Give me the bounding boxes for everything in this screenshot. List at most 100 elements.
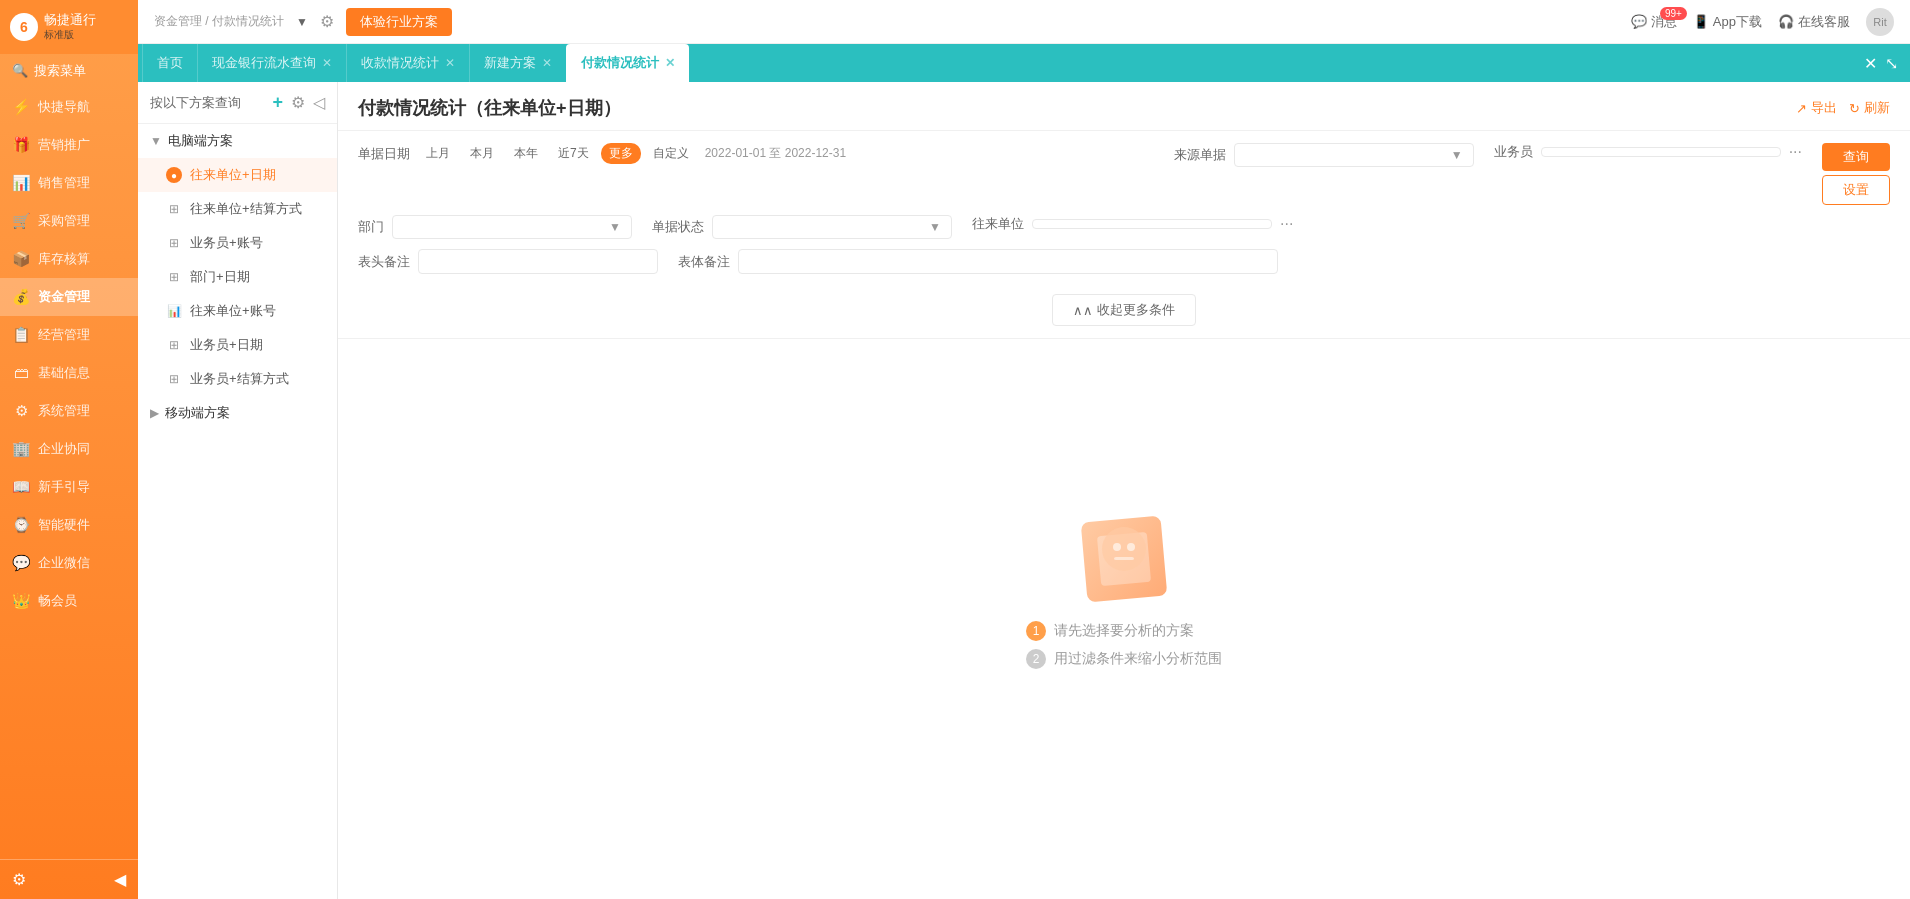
date-custom[interactable]: 自定义 <box>645 143 697 164</box>
sidebar-item-guide[interactable]: 📖新手引导 <box>0 468 138 506</box>
date-this-year[interactable]: 本年 <box>506 143 546 164</box>
scheme-item-dept-date[interactable]: ⊞部门+日期 <box>138 260 337 294</box>
tab-close-receipt-stats[interactable]: ✕ <box>445 56 455 70</box>
filter-row-3: 表头备注 表体备注 <box>358 249 1890 274</box>
sidebar-item-label: 企业协同 <box>38 440 90 458</box>
scheme-item-unit-account[interactable]: 📊往来单位+账号 <box>138 294 337 328</box>
search-menu[interactable]: 🔍 搜索菜单 <box>0 54 138 88</box>
scheme-item-unit-settle[interactable]: ⊞往来单位+结算方式 <box>138 192 337 226</box>
left-panel-header: 按以下方案查询 + ⚙ ◁ <box>138 82 337 124</box>
add-scheme-icon[interactable]: + <box>272 92 283 113</box>
query-button[interactable]: 查询 <box>1822 143 1890 171</box>
sidebar-item-wechat[interactable]: 💬企业微信 <box>0 544 138 582</box>
tab-home[interactable]: 首页 <box>142 44 197 82</box>
svg-rect-3 <box>1114 557 1134 560</box>
source-select[interactable]: ▼ <box>1234 143 1474 167</box>
filter-dept: 部门 ▼ <box>358 215 632 239</box>
scheme-settings-icon[interactable]: ⚙ <box>291 93 305 112</box>
tab-list: 首页现金银行流水查询✕收款情况统计✕新建方案✕ 付款情况统计 ✕ <box>142 44 1864 82</box>
scheme-item-unit-date[interactable]: ●往来单位+日期 <box>138 158 337 192</box>
sidebar-item-basic-info[interactable]: 🗃基础信息 <box>0 354 138 392</box>
expand-window-icon[interactable]: ⤡ <box>1885 54 1898 73</box>
export-button[interactable]: ↗ 导出 <box>1796 99 1837 117</box>
staff-settle-icon: ⊞ <box>166 371 182 387</box>
settings-button[interactable]: 设置 <box>1822 175 1890 205</box>
tab-label-payment-stats: 付款情况统计 <box>581 54 659 72</box>
sidebar-item-hardware[interactable]: ⌚智能硬件 <box>0 506 138 544</box>
body-note-label: 表体备注 <box>678 253 730 271</box>
date-last-month[interactable]: 上月 <box>418 143 458 164</box>
unit-more-icon[interactable]: ··· <box>1280 215 1293 233</box>
tab-payment-stats[interactable]: 付款情况统计 ✕ <box>566 44 689 82</box>
staff-date-icon: ⊞ <box>166 337 182 353</box>
filter-header-note: 表头备注 <box>358 249 658 274</box>
tab-close-new-plan[interactable]: ✕ <box>542 56 552 70</box>
refresh-button[interactable]: ↻ 刷新 <box>1849 99 1890 117</box>
sidebar-item-purchase[interactable]: 🛒采购管理 <box>0 202 138 240</box>
sidebar-item-operations[interactable]: 📋经营管理 <box>0 316 138 354</box>
header-note-input[interactable] <box>418 249 658 274</box>
staff-select[interactable] <box>1541 147 1781 157</box>
settings-icon[interactable]: ⚙ <box>12 870 26 889</box>
sidebar-item-quick-nav[interactable]: ⚡快捷导航 <box>0 88 138 126</box>
filter-staff: 业务员 ··· <box>1494 143 1802 161</box>
close-window-icon[interactable]: ✕ <box>1864 54 1877 73</box>
marketing-icon: 🎁 <box>12 136 30 154</box>
tab-new-plan[interactable]: 新建方案✕ <box>469 44 566 82</box>
user-avatar[interactable]: Rit <box>1866 8 1894 36</box>
sidebar-item-member[interactable]: 👑畅会员 <box>0 582 138 620</box>
sidebar-item-inventory[interactable]: 📦库存核算 <box>0 240 138 278</box>
tab-close-payment-stats[interactable]: ✕ <box>665 56 675 70</box>
sidebar-item-enterprise[interactable]: 🏢企业协同 <box>0 430 138 468</box>
app-download-button[interactable]: 📱 App下载 <box>1693 13 1762 31</box>
trial-button[interactable]: 体验行业方案 <box>346 8 452 36</box>
svg-point-1 <box>1113 543 1121 551</box>
tab-close-bank-flow[interactable]: ✕ <box>322 56 332 70</box>
tab-bank-flow[interactable]: 现金银行流水查询✕ <box>197 44 346 82</box>
sidebar-item-finance[interactable]: 💰资金管理 <box>0 278 138 316</box>
export-icon: ↗ <box>1796 101 1807 116</box>
online-service-button[interactable]: 🎧 在线客服 <box>1778 13 1850 31</box>
guide-icon: 📖 <box>12 478 30 496</box>
topbar-dropdown[interactable]: ▼ <box>296 15 308 29</box>
scheme-group-title-mobile[interactable]: ▶移动端方案 <box>138 396 337 430</box>
unit-select[interactable] <box>1032 219 1272 229</box>
dept-select[interactable]: ▼ <box>392 215 632 239</box>
collapse-filter-button[interactable]: ∧∧ 收起更多条件 <box>1052 294 1196 326</box>
content-area: 按以下方案查询 + ⚙ ◁ ▼电脑端方案●往来单位+日期⊞往来单位+结算方式⊞业… <box>138 82 1910 899</box>
dept-date-icon: ⊞ <box>166 269 182 285</box>
sidebar-item-marketing[interactable]: 🎁营销推广 <box>0 126 138 164</box>
sidebar-footer: ⚙ ◀ <box>0 859 138 899</box>
message-badge: 99+ <box>1660 7 1687 20</box>
collapse-sidebar-icon[interactable]: ◀ <box>114 870 126 889</box>
dept-label: 部门 <box>358 218 384 236</box>
topbar-gear-icon[interactable]: ⚙ <box>320 12 334 31</box>
body-note-input[interactable] <box>738 249 1278 274</box>
date-this-month[interactable]: 本月 <box>462 143 502 164</box>
filter-area: 单据日期 上月 本月 本年 近7天 更多 自定义 2022-01-01 至 20… <box>338 131 1910 339</box>
scheme-group-title-pc[interactable]: ▼电脑端方案 <box>138 124 337 158</box>
staff-more-icon[interactable]: ··· <box>1789 143 1802 161</box>
date-more[interactable]: 更多 <box>601 143 641 164</box>
tab-window-buttons: ✕ ⤡ <box>1864 54 1906 73</box>
breadcrumb: 资金管理 / 付款情况统计 <box>154 13 284 30</box>
message-button[interactable]: 💬 消息 99+ <box>1631 13 1677 31</box>
date-7days[interactable]: 近7天 <box>550 143 597 164</box>
collapse-row: ∧∧ 收起更多条件 <box>358 284 1890 326</box>
scheme-item-staff-account[interactable]: ⊞业务员+账号 <box>138 226 337 260</box>
scheme-item-staff-settle[interactable]: ⊞业务员+结算方式 <box>138 362 337 396</box>
tab-receipt-stats[interactable]: 收款情况统计✕ <box>346 44 469 82</box>
group-toggle-icon: ▶ <box>150 406 159 420</box>
scheme-item-staff-date[interactable]: ⊞业务员+日期 <box>138 328 337 362</box>
page-title: 付款情况统计（往来单位+日期） <box>358 96 621 120</box>
sidebar-item-system[interactable]: ⚙系统管理 <box>0 392 138 430</box>
message-icon: 💬 <box>1631 14 1647 29</box>
unit-settle-icon: ⊞ <box>166 201 182 217</box>
source-label: 来源单据 <box>1174 146 1226 164</box>
basic-info-icon: 🗃 <box>12 364 30 382</box>
status-select[interactable]: ▼ <box>712 215 952 239</box>
date-range: 2022-01-01 至 2022-12-31 <box>705 145 846 162</box>
sidebar-item-sales[interactable]: 📊销售管理 <box>0 164 138 202</box>
empty-illustration <box>1064 509 1184 609</box>
collapse-panel-icon[interactable]: ◁ <box>313 93 325 112</box>
